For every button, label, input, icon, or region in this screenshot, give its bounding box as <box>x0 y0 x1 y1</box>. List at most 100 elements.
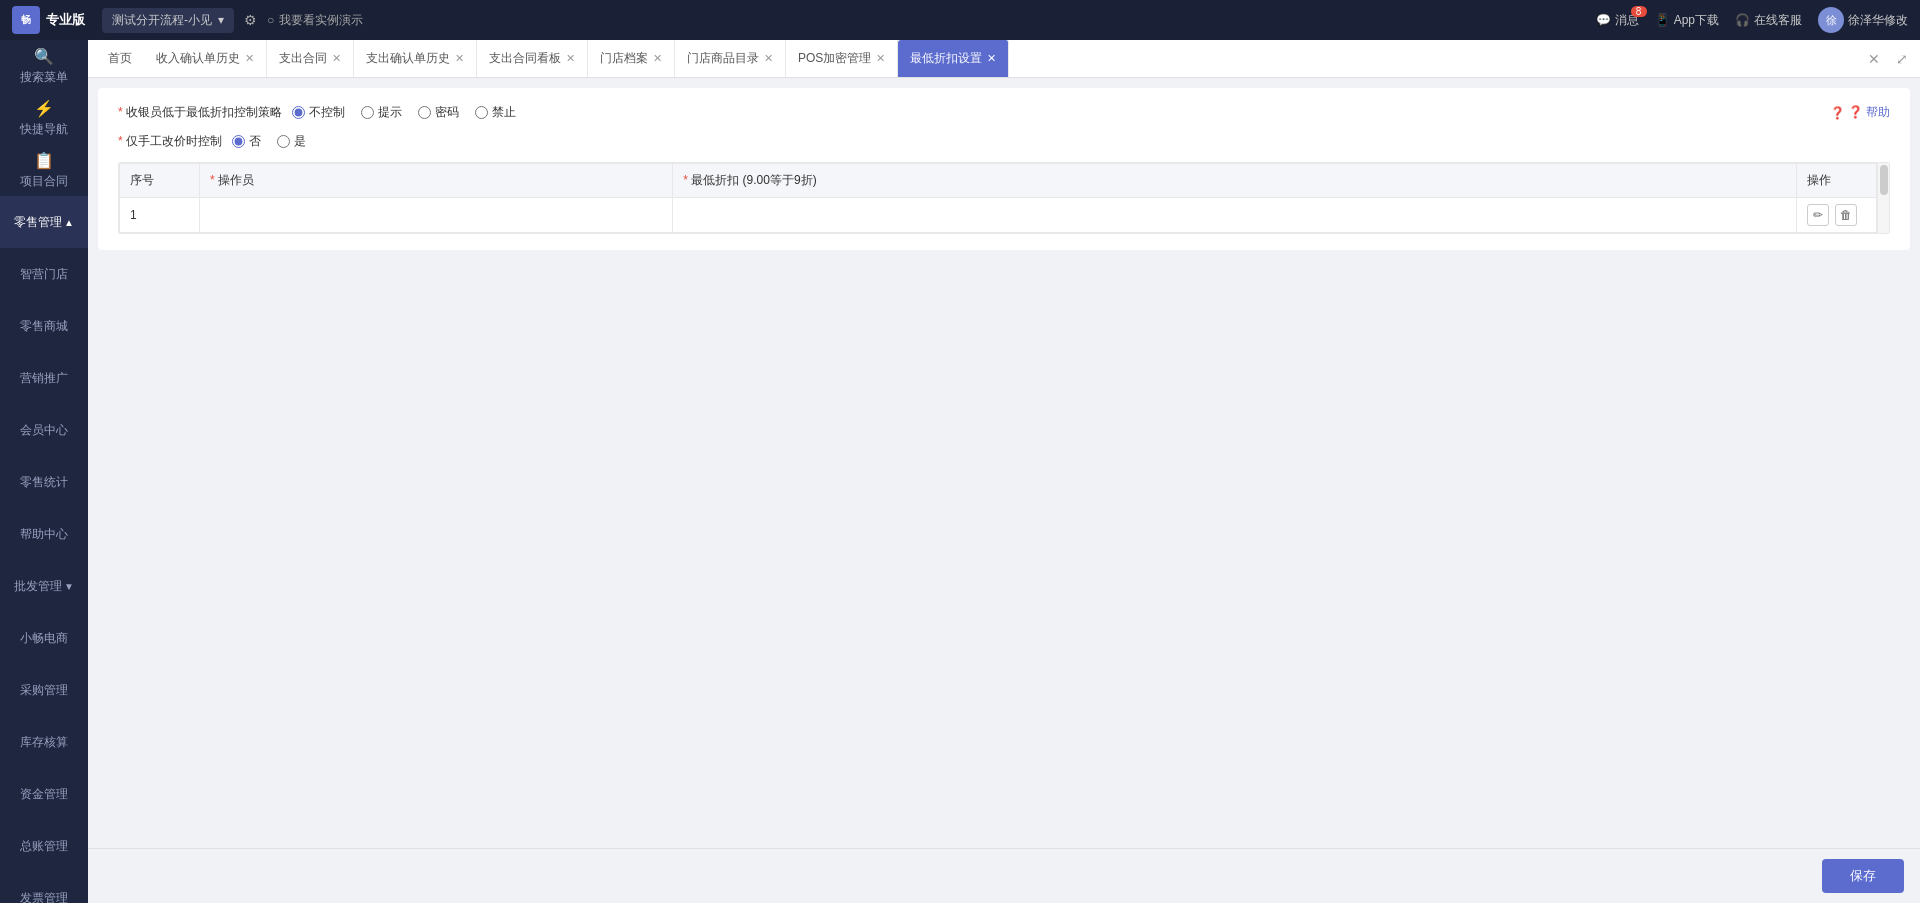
save-button[interactable]: 保存 <box>1822 859 1904 893</box>
sidebar-item-smart-store[interactable]: 智营门店 <box>0 248 88 300</box>
tab-close-icon[interactable]: ✕ <box>876 52 885 65</box>
sidebar-item-label: 发票管理 <box>20 890 68 904</box>
tab-min-discount[interactable]: 最低折扣设置 ✕ <box>898 40 1009 78</box>
tab-home[interactable]: 首页 <box>96 40 144 78</box>
edit-row-button[interactable]: ✏ <box>1807 204 1829 226</box>
settings-icon[interactable]: ⚙ <box>244 12 257 28</box>
tab-label: 支出合同看板 <box>489 50 561 67</box>
col-seq: 序号 <box>120 164 200 198</box>
message-button[interactable]: 💬 消息 8 <box>1596 12 1639 29</box>
sidebar-item-member[interactable]: 会员中心 <box>0 404 88 456</box>
tab-label: 支出合同 <box>279 50 327 67</box>
radio-forbid-input[interactable] <box>475 106 488 119</box>
help-link[interactable]: ❓ ❓ 帮助 <box>1830 104 1890 121</box>
radio-yes[interactable]: 是 <box>277 133 306 150</box>
sidebar-item-ecommerce[interactable]: 小畅电商 <box>0 612 88 664</box>
app-download-button[interactable]: 📱 App下载 <box>1655 12 1719 29</box>
radio-yes-input[interactable] <box>277 135 290 148</box>
cell-operator[interactable] <box>200 198 673 233</box>
main-layout: 🔍 搜索菜单 ⚡ 快捷导航 📋 项目合同 零售管理 ▲ 智营门店 零售商城 营销… <box>0 40 1920 903</box>
sidebar-item-finance[interactable]: 资金管理 <box>0 768 88 820</box>
sidebar-item-label: 批发管理 <box>14 578 62 595</box>
search-icon: 🔍 <box>34 47 54 66</box>
tab-close-icon[interactable]: ✕ <box>987 52 996 65</box>
tab-store-file[interactable]: 门店档案 ✕ <box>588 40 675 78</box>
sidebar-item-label: 零售管理 <box>14 214 62 231</box>
tab-close-icon[interactable]: ✕ <box>245 52 254 65</box>
delete-row-button[interactable]: 🗑 <box>1835 204 1857 226</box>
radio-no-control-label: 不控制 <box>309 104 345 121</box>
sidebar-item-label: 库存核算 <box>20 734 68 751</box>
customer-service-button[interactable]: 🎧 在线客服 <box>1735 12 1802 29</box>
question-icon: ❓ <box>1830 106 1845 120</box>
tab-bar: 首页 收入确认单历史 ✕ 支出合同 ✕ 支出确认单历史 ✕ 支出合同看板 ✕ 门… <box>88 40 1920 78</box>
sidebar-item-inventory[interactable]: 库存核算 <box>0 716 88 768</box>
tab-close-icon[interactable]: ✕ <box>332 52 341 65</box>
sidebar-item-label: 帮助中心 <box>20 526 68 543</box>
radio-no-input[interactable] <box>232 135 245 148</box>
sidebar-item-wholesale[interactable]: 批发管理 ▼ <box>0 560 88 612</box>
tab-close-icon[interactable]: ✕ <box>566 52 575 65</box>
tab-pos-password[interactable]: POS加密管理 ✕ <box>786 40 898 78</box>
tab-close-icon[interactable]: ✕ <box>455 52 464 65</box>
tab-bar-actions: ✕ ⤢ <box>1864 51 1912 67</box>
tab-label: 门店档案 <box>600 50 648 67</box>
radio-no-control[interactable]: 不控制 <box>292 104 345 121</box>
radio-forbid[interactable]: 禁止 <box>475 104 516 121</box>
radio-password-input[interactable] <box>418 106 431 119</box>
page-content: 收银员低于最低折扣控制策略 不控制 提示 密码 <box>88 78 1920 848</box>
app-download-label: App下载 <box>1674 12 1719 29</box>
sidebar-item-ledger[interactable]: 总账管理 <box>0 820 88 872</box>
close-tab-button[interactable]: ✕ <box>1864 51 1884 67</box>
tab-label: 最低折扣设置 <box>910 50 982 67</box>
tab-close-icon[interactable]: ✕ <box>653 52 662 65</box>
avatar: 徐 <box>1818 7 1844 33</box>
radio-no[interactable]: 否 <box>232 133 261 150</box>
sidebar-item-project[interactable]: 📋 项目合同 <box>0 144 88 196</box>
radio-prompt-input[interactable] <box>361 106 374 119</box>
restore-tab-button[interactable]: ⤢ <box>1892 51 1912 67</box>
tab-label: 门店商品目录 <box>687 50 759 67</box>
radio-no-control-input[interactable] <box>292 106 305 119</box>
radio-prompt[interactable]: 提示 <box>361 104 402 121</box>
cell-seq: 1 <box>120 198 200 233</box>
form-card: 收银员低于最低折扣控制策略 不控制 提示 密码 <box>98 88 1910 250</box>
user-menu[interactable]: 徐 徐泽华修改 <box>1818 7 1908 33</box>
discount-control-radio-group: 不控制 提示 密码 禁止 <box>292 104 516 121</box>
sidebar: 🔍 搜索菜单 ⚡ 快捷导航 📋 项目合同 零售管理 ▲ 智营门店 零售商城 营销… <box>0 40 88 903</box>
tab-payment-contract[interactable]: 支出合同 ✕ <box>267 40 354 78</box>
sidebar-item-label: 项目合同 <box>20 173 68 190</box>
tab-payment-history[interactable]: 支出确认单历史 ✕ <box>354 40 477 78</box>
sidebar-item-label: 采购管理 <box>20 682 68 699</box>
help-label: ❓ 帮助 <box>1848 104 1890 121</box>
sidebar-item-search[interactable]: 🔍 搜索菜单 <box>0 40 88 92</box>
table-scrollbar[interactable] <box>1877 163 1889 233</box>
sidebar-item-invoice[interactable]: 发票管理 <box>0 872 88 903</box>
contract-icon: 📋 <box>34 151 54 170</box>
radio-forbid-label: 禁止 <box>492 104 516 121</box>
sidebar-item-marketing[interactable]: 营销推广 <box>0 352 88 404</box>
radio-password[interactable]: 密码 <box>418 104 459 121</box>
discount-control-row: 收银员低于最低折扣控制策略 不控制 提示 密码 <box>118 104 1890 121</box>
sidebar-item-purchase[interactable]: 采购管理 <box>0 664 88 716</box>
col-action: 操作 <box>1797 164 1877 198</box>
sidebar-item-retail-stats[interactable]: 零售统计 <box>0 456 88 508</box>
tab-store-products[interactable]: 门店商品目录 ✕ <box>675 40 786 78</box>
sidebar-item-label: 营销推广 <box>20 370 68 387</box>
customer-service-label: 在线客服 <box>1754 12 1802 29</box>
project-selector[interactable]: 测试分开流程-小见 ▾ <box>102 8 234 33</box>
tab-label: 收入确认单历史 <box>156 50 240 67</box>
sidebar-item-label: 零售统计 <box>20 474 68 491</box>
cell-min-discount[interactable] <box>673 198 1797 233</box>
tab-income-history[interactable]: 收入确认单历史 ✕ <box>144 40 267 78</box>
sidebar-item-retail[interactable]: 零售管理 ▲ <box>0 196 88 248</box>
sidebar-item-help[interactable]: 帮助中心 <box>0 508 88 560</box>
message-badge: 8 <box>1631 6 1647 17</box>
sidebar-item-online-store[interactable]: 零售商城 <box>0 300 88 352</box>
demo-link[interactable]: ○ 我要看实例演示 <box>267 12 363 29</box>
tab-close-icon[interactable]: ✕ <box>764 52 773 65</box>
tab-payment-board[interactable]: 支出合同看板 ✕ <box>477 40 588 78</box>
sidebar-item-label: 会员中心 <box>20 422 68 439</box>
download-icon: 📱 <box>1655 13 1670 27</box>
sidebar-item-shortcut[interactable]: ⚡ 快捷导航 <box>0 92 88 144</box>
